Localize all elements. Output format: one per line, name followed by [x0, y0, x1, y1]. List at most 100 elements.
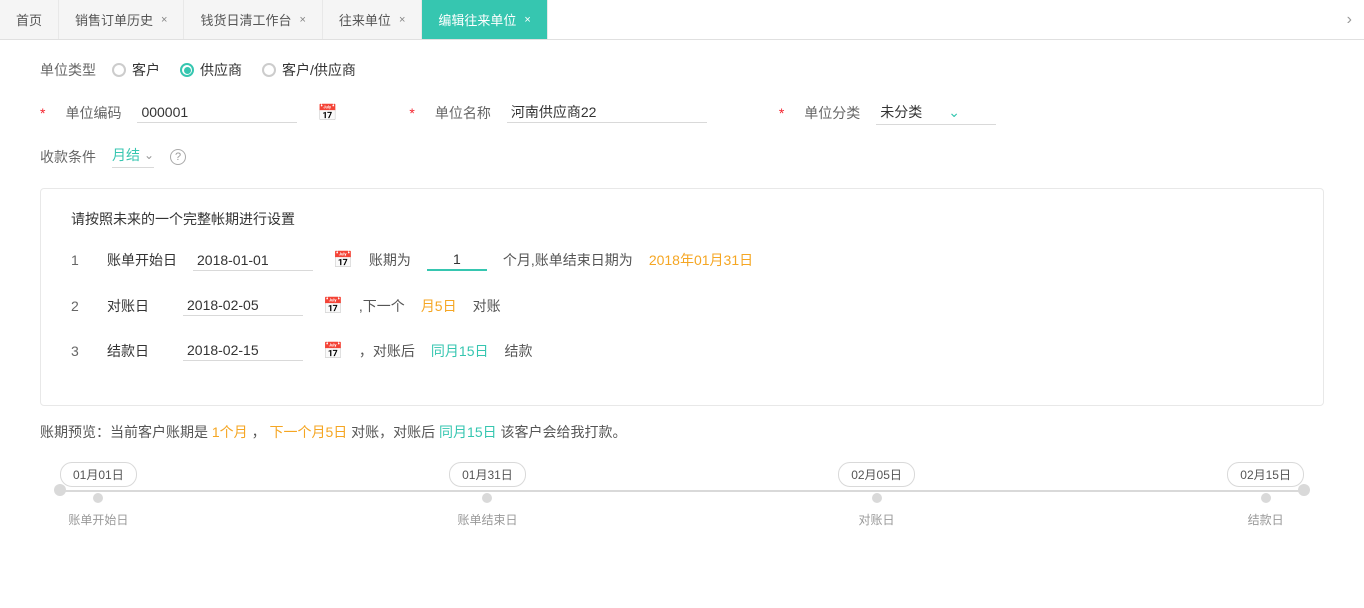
timeline-container: 01月01日 账单开始日 01月31日 账单结束日 02月05日 对账日 02月…: [40, 462, 1324, 578]
timeline-node-3: 02月15日 结款日: [1227, 462, 1304, 528]
payment-terms-label: 收款条件: [40, 147, 96, 167]
preview-part3: 同月15日: [439, 424, 497, 440]
timeline-node-0-date: 01月01日: [60, 462, 137, 487]
payment-terms-select[interactable]: 月结 ⌄: [112, 145, 154, 168]
required-star-name: *: [409, 105, 414, 121]
timeline-node-2-circle: [872, 493, 882, 503]
radio-both-label: 客户/供应商: [282, 60, 356, 80]
unit-code-input[interactable]: [137, 102, 297, 123]
period-row-3-date[interactable]: [183, 340, 303, 361]
period-row-3-label: 结款日: [107, 341, 167, 361]
preview-middle1: ，: [252, 424, 266, 440]
tab-cash-work[interactable]: 钱货日清工作台 ×: [184, 0, 322, 39]
period-row-2-num: 2: [71, 298, 91, 314]
tab-partner-units[interactable]: 往来单位 ×: [323, 0, 422, 39]
timeline-node-2: 02月05日 对账日: [838, 462, 915, 528]
period-row-3-desc-suffix: 结款: [505, 341, 533, 361]
timeline-node-2-label: 对账日: [859, 511, 895, 528]
unit-info-row: * 单位编码 📅 * 单位名称 * 单位分类 未分类 ⌄: [40, 100, 1324, 125]
payment-terms-row: 收款条件 月结 ⌄ ?: [40, 145, 1324, 168]
timeline-line: [60, 490, 1304, 492]
timeline-node-2-date: 02月05日: [838, 462, 915, 487]
period-row-2-date[interactable]: [183, 295, 303, 316]
timeline-nodes: 01月01日 账单开始日 01月31日 账单结束日 02月05日 对账日 02月…: [60, 462, 1304, 578]
tab-partner-units-close[interactable]: ×: [399, 14, 405, 26]
tab-edit-partner[interactable]: 编辑往来单位 ×: [422, 0, 547, 39]
preview-part2: 下一个月5日: [269, 424, 347, 440]
period-row-3-desc-prefix: ，对账后: [359, 341, 415, 361]
timeline-node-1-label: 账单结束日: [457, 511, 517, 528]
tab-cash-work-close[interactable]: ×: [299, 14, 305, 26]
unit-name-input[interactable]: [507, 102, 707, 123]
period-row-3-num: 3: [71, 343, 91, 359]
tab-sales-history-close[interactable]: ×: [161, 14, 167, 26]
radio-both[interactable]: 客户/供应商: [262, 60, 356, 80]
timeline-left-dot: [54, 484, 66, 496]
radio-customer[interactable]: 客户: [112, 60, 160, 80]
timeline-node-3-circle: [1261, 493, 1271, 503]
required-star-classify: *: [779, 105, 784, 121]
timeline-node-1-date: 01月31日: [449, 462, 526, 487]
period-row-3: 3 结款日 📅 ，对账后 同月15日 结款: [71, 340, 1293, 361]
radio-both-circle: [262, 63, 276, 77]
unit-type-row: 单位类型 客户 供应商 客户/供应商: [40, 60, 1324, 80]
tab-home-label: 首页: [16, 10, 42, 29]
period-row-2-label: 对账日: [107, 296, 167, 316]
period-row-1-date[interactable]: [193, 250, 313, 271]
unit-classify-select[interactable]: 未分类 ⌄: [876, 100, 996, 125]
preview-text: 账期预览：当前客户账期是 1个月 ， 下一个月5日 对账，对账后 同月15日 该…: [40, 422, 1324, 442]
radio-supplier-label: 供应商: [200, 60, 242, 80]
unit-code-calendar-icon[interactable]: 📅: [317, 103, 337, 123]
tab-home[interactable]: 首页: [0, 0, 59, 39]
tab-sales-history[interactable]: 销售订单历史 ×: [59, 0, 184, 39]
timeline-node-1: 01月31日 账单结束日: [449, 462, 526, 528]
period-row-1-calendar-icon[interactable]: 📅: [333, 250, 353, 270]
timeline-node-1-circle: [482, 493, 492, 503]
radio-supplier-circle: [180, 63, 194, 77]
payment-terms-value: 月结: [112, 145, 140, 165]
period-row-1-label: 账单开始日: [107, 250, 177, 270]
timeline-node-0-circle: [93, 493, 103, 503]
tab-edit-partner-label: 编辑往来单位: [438, 10, 516, 29]
unit-type-label: 单位类型: [40, 60, 96, 80]
tab-expand-btn[interactable]: ›: [1335, 0, 1364, 39]
help-icon[interactable]: ?: [170, 149, 186, 165]
period-row-1-end-date: 2018年01月31日: [649, 250, 753, 270]
unit-classify-value: 未分类: [880, 102, 940, 122]
period-row-1-num: 1: [71, 252, 91, 268]
tab-cash-work-label: 钱货日清工作台: [200, 10, 291, 29]
timeline-node-0: 01月01日 账单开始日: [60, 462, 137, 528]
payment-terms-chevron: ⌄: [144, 148, 154, 162]
required-star-code: *: [40, 105, 45, 121]
period-row-2: 2 对账日 📅 ,下一个 月5日 对账: [71, 295, 1293, 316]
tabs-bar: 首页 销售订单历史 × 钱货日清工作台 × 往来单位 × 编辑往来单位 × ›: [0, 0, 1364, 40]
period-row-1: 1 账单开始日 📅 账期为 个月,账单结束日期为 2018年01月31日: [71, 249, 1293, 271]
radio-customer-label: 客户: [132, 60, 160, 80]
period-row-2-desc-prefix: ,下一个: [359, 296, 405, 316]
preview-middle2: 对账，对账后: [351, 424, 435, 440]
period-row-1-unit: 个月,账单结束日期为: [503, 250, 633, 270]
timeline-right-dot: [1298, 484, 1310, 496]
period-input-months[interactable]: [427, 249, 487, 271]
classify-chevron-icon: ⌄: [948, 104, 960, 121]
main-content: 单位类型 客户 供应商 客户/供应商 * 单位编码 📅 * 单位名称 *: [0, 40, 1364, 608]
unit-type-radio-group: 客户 供应商 客户/供应商: [112, 60, 356, 80]
preview-part1: 1个月: [212, 424, 248, 440]
tab-partner-units-label: 往来单位: [339, 10, 391, 29]
preview-suffix: 该客户会给我打款。: [501, 424, 627, 440]
preview-prefix: 账期预览：当前客户账期是: [40, 424, 208, 440]
unit-name-label: 单位名称: [435, 103, 491, 123]
unit-code-label: 单位编码: [65, 103, 121, 123]
tab-sales-history-label: 销售订单历史: [75, 10, 153, 29]
timeline-node-3-label: 结款日: [1248, 511, 1284, 528]
period-row-3-calendar-icon[interactable]: 📅: [323, 341, 343, 361]
radio-customer-circle: [112, 63, 126, 77]
period-row-2-calendar-icon[interactable]: 📅: [323, 296, 343, 316]
radio-supplier[interactable]: 供应商: [180, 60, 242, 80]
period-row-2-highlight: 月5日: [421, 296, 457, 316]
period-row-1-period-label: 账期为: [369, 250, 411, 270]
timeline-node-0-label: 账单开始日: [68, 511, 128, 528]
unit-classify-label: 单位分类: [804, 103, 860, 123]
period-box-title: 请按照未来的一个完整帐期进行设置: [71, 209, 1293, 229]
tab-edit-partner-close[interactable]: ×: [524, 14, 530, 26]
